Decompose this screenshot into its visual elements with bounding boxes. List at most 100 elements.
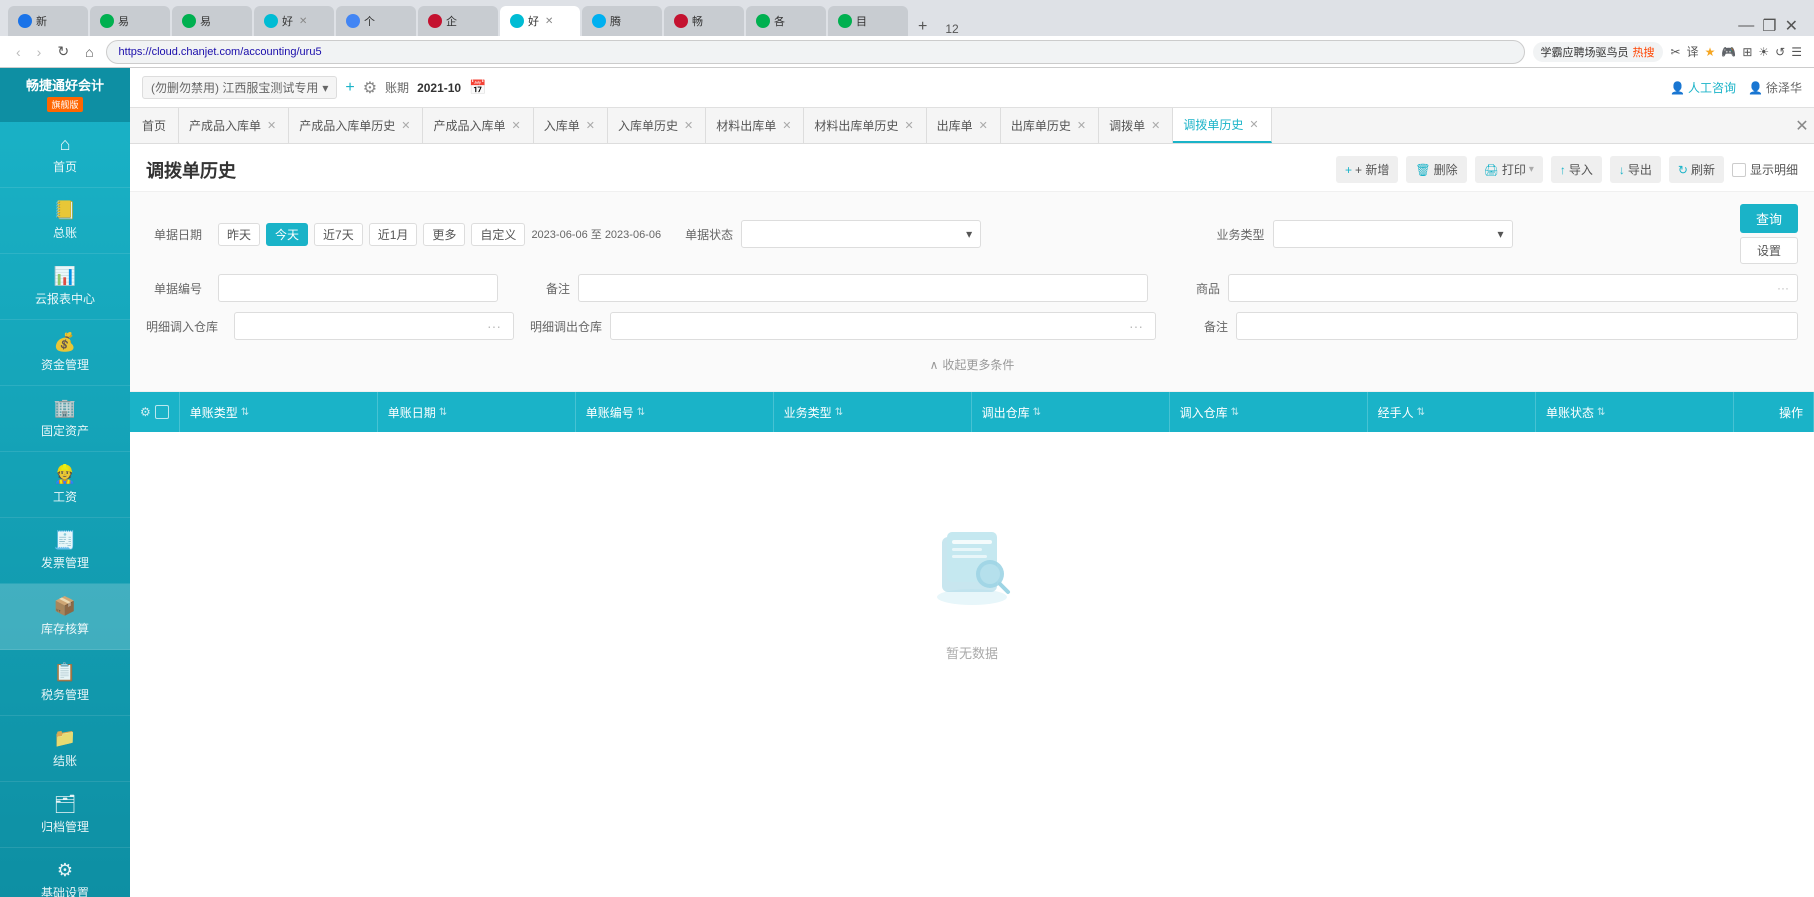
page-tab-close-6[interactable]: ✕ [780,118,793,133]
page-tab-close-8[interactable]: ✕ [977,118,990,133]
close-btn[interactable]: ✕ [1785,16,1798,36]
page-tab-1[interactable]: 产成品入库单 ✕ [179,108,289,143]
display-toggle[interactable]: 显示明细 [1732,161,1798,178]
display-checkbox[interactable] [1732,163,1746,177]
sidebar-item-inventory[interactable]: 📦 库存核算 [0,584,130,650]
page-tab-5[interactable]: 入库单历史 ✕ [608,108,706,143]
translate-icon[interactable]: 译 [1687,43,1699,60]
table-gear-icon[interactable]: ⚙ [140,405,151,419]
sidebar-item-invoice[interactable]: 🧾 发票管理 [0,518,130,584]
page-tab-close-11[interactable]: ✕ [1247,117,1260,132]
sidebar-item-archive[interactable]: 🗂 归档管理 [0,782,130,848]
note-input[interactable] [578,274,1148,302]
sidebar-item-report[interactable]: 📊 云报表中心 [0,254,130,320]
settings-btn[interactable]: 设置 [1740,237,1798,264]
date-btn-more[interactable]: 更多 [423,223,465,246]
page-tab-home[interactable]: 首页 [130,108,179,143]
browser-tab-close-3[interactable]: ✕ [299,16,307,27]
sidebar-item-close[interactable]: 📁 结账 [0,716,130,782]
maximize-btn[interactable]: ❐ [1762,16,1776,36]
doc-num-input[interactable] [218,274,498,302]
th-sort-business-type[interactable]: 业务类型 ⇅ [784,404,961,421]
browser-tab-10[interactable]: 目 [828,6,908,36]
export-btn[interactable]: ↓ 导出 [1610,156,1661,183]
sidebar-item-tax[interactable]: 📋 税务管理 [0,650,130,716]
out-warehouse-select[interactable]: ··· [610,312,1156,340]
page-tab-3[interactable]: 产成品入库单 ✕ [423,108,533,143]
browser-tab-4[interactable]: 个 [336,6,416,36]
th-sort-status[interactable]: 单账状态 ⇅ [1546,404,1723,421]
status-select[interactable]: ▾ [741,220,981,248]
page-tab-4[interactable]: 入库单 ✕ [534,108,608,143]
brightness-icon[interactable]: ☀ [1758,45,1769,59]
page-tab-10[interactable]: 调拨单 ✕ [1099,108,1173,143]
th-sort-handler[interactable]: 经手人 ⇅ [1378,404,1525,421]
page-tab-7[interactable]: 材料出库单历史 ✕ [804,108,926,143]
minimize-btn[interactable]: — [1738,17,1754,35]
back-btn[interactable]: ‹ [12,42,25,62]
th-sort-doc-type[interactable]: 单账类型 ⇅ [190,404,367,421]
delete-btn[interactable]: 🗑 删除 [1406,156,1466,183]
print-btn[interactable]: 🖨 打印 ▾ [1475,156,1543,183]
out-warehouse-ellipsis-icon[interactable]: ··· [1125,318,1147,334]
forward-btn[interactable]: › [33,42,46,62]
game-icon[interactable]: 🎮 [1721,45,1736,59]
address-input[interactable] [106,40,1525,64]
date-btn-custom[interactable]: 自定义 [471,223,525,246]
service-btn[interactable]: 👤 人工咨询 [1670,79,1736,96]
browser-tab-8[interactable]: 畅 [664,6,744,36]
page-tab-9[interactable]: 出库单历史 ✕ [1001,108,1099,143]
date-btn-today[interactable]: 今天 [266,223,308,246]
page-tab-8[interactable]: 出库单 ✕ [927,108,1001,143]
grid-icon[interactable]: ⊞ [1742,45,1752,59]
date-btn-yesterday[interactable]: 昨天 [218,223,260,246]
browser-tab-1[interactable]: 易 [90,6,170,36]
th-sort-in-warehouse[interactable]: 调入仓库 ⇅ [1180,404,1357,421]
page-tab-close-2[interactable]: ✕ [399,118,412,133]
page-tab-close-10[interactable]: ✕ [1149,118,1162,133]
date-btn-7days[interactable]: 近7天 [314,223,363,246]
page-tab-11[interactable]: 调拨单历史 ✕ [1173,108,1271,143]
add-btn[interactable]: + + 新增 [1336,156,1398,183]
sidebar-item-fund[interactable]: 💰 资金管理 [0,320,130,386]
collapse-btn[interactable]: ∧ 收起更多条件 [146,350,1798,379]
calendar-icon[interactable]: 📅 [469,79,486,96]
refresh-btn[interactable]: ↻ 刷新 [1669,156,1724,183]
note2-input[interactable] [1236,312,1798,340]
page-tab-close-3[interactable]: ✕ [510,118,523,133]
gear-icon[interactable]: ⚙ [363,78,377,98]
star-icon[interactable]: ★ [1705,45,1716,59]
select-all-checkbox[interactable] [155,405,169,419]
page-tab-6[interactable]: 材料出库单 ✕ [706,108,804,143]
page-tab-close-5[interactable]: ✕ [682,118,695,133]
th-sort-doc-num[interactable]: 单账编号 ⇅ [586,404,763,421]
page-tab-close-1[interactable]: ✕ [265,118,278,133]
scissors-icon[interactable]: ✂ [1671,45,1681,59]
page-tab-2[interactable]: 产成品入库单历史 ✕ [289,108,423,143]
browser-tab-5[interactable]: 企 [418,6,498,36]
browser-tab-6[interactable]: 好 ✕ [500,6,580,36]
sidebar-item-home[interactable]: ⌂ 首页 [0,122,130,188]
tab-count-btn[interactable]: 12 [937,22,966,36]
date-btn-1month[interactable]: 近1月 [369,223,418,246]
sidebar-item-asset[interactable]: 🏢 固定资产 [0,386,130,452]
browser-tab-7[interactable]: 腾 [582,6,662,36]
browser-tab-3[interactable]: 好 ✕ [254,6,334,36]
sidebar-item-payroll[interactable]: 👷 工资 [0,452,130,518]
page-tab-close-4[interactable]: ✕ [584,118,597,133]
in-warehouse-select[interactable]: ··· [234,312,514,340]
goods-select[interactable]: ··· [1228,274,1798,302]
home-btn[interactable]: ⌂ [81,42,97,62]
in-warehouse-ellipsis-icon[interactable]: ··· [483,318,505,334]
browser-tab-close-6[interactable]: ✕ [545,16,553,27]
sidebar-item-settings[interactable]: ⚙ 基础设置 [0,848,130,897]
reload-btn[interactable]: ↻ [53,41,73,62]
sidebar-item-ledger[interactable]: 📒 总账 [0,188,130,254]
undo-icon[interactable]: ↺ [1775,45,1785,59]
th-sort-out-warehouse[interactable]: 调出仓库 ⇅ [982,404,1159,421]
browser-tab-9[interactable]: 各 [746,6,826,36]
browser-tab-2[interactable]: 易 [172,6,252,36]
import-btn[interactable]: ↑ 导入 [1551,156,1602,183]
search-btn[interactable]: 查询 [1740,204,1798,233]
company-selector[interactable]: (勿删勿禁用) 江西服宝测试专用 ▾ [142,76,337,99]
